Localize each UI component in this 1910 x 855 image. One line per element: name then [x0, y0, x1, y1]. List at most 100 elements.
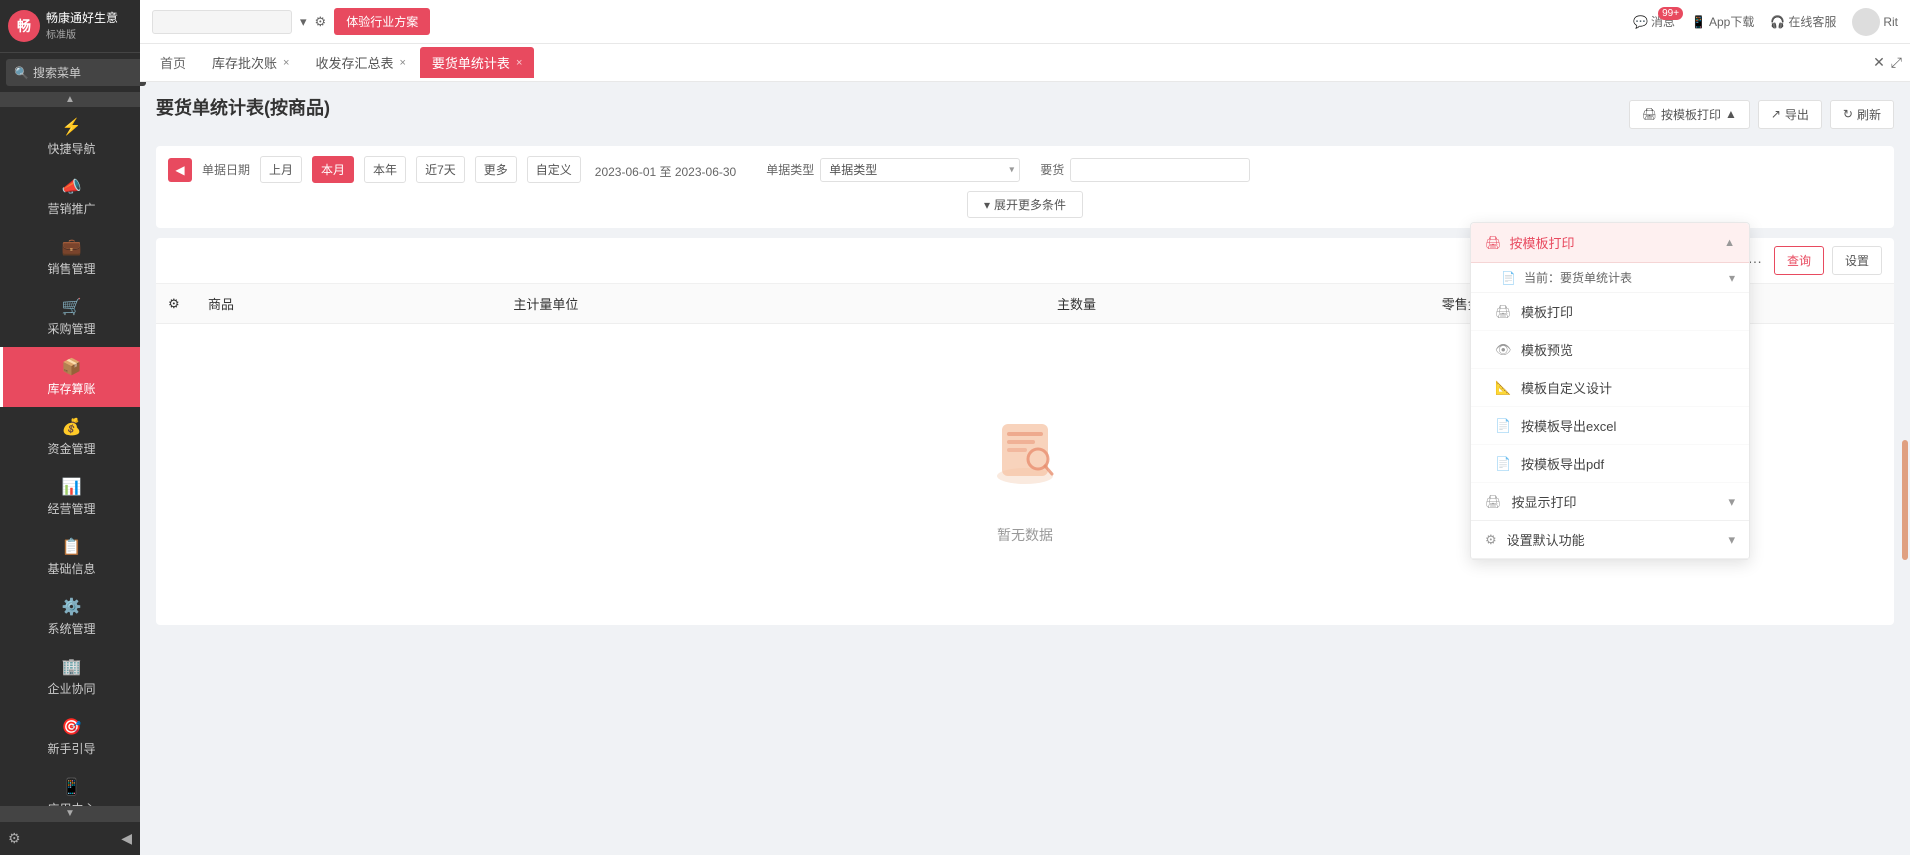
right-scrollbar[interactable]: [1902, 440, 1908, 560]
sidebar-item-inventory[interactable]: 📦 库存算账: [0, 347, 140, 407]
dropdown-header[interactable]: 🖨 按模板打印 ▲: [1471, 223, 1749, 263]
logo-text-block: 畅康通好生意 标准版: [46, 11, 118, 42]
topbar-settings-button[interactable]: ⚙: [315, 14, 327, 30]
topbar: ▾ ⚙ 体验行业方案 💬 消息 99+ 📱 App下载 🎧 在线客服 Rit: [140, 0, 1910, 44]
sidebar-item-label: 企业协同: [47, 680, 95, 697]
export-button[interactable]: ↗ 导出: [1758, 100, 1822, 129]
appstore-icon: 📱: [62, 777, 82, 797]
template-print-label: 模板打印: [1521, 302, 1573, 321]
message-button[interactable]: 💬 消息 99+: [1633, 13, 1675, 30]
sidebar-item-label: 基础信息: [47, 560, 95, 577]
print-header-icon: 🖨: [1485, 235, 1502, 251]
display-print-chevron: ▾: [1728, 494, 1735, 510]
col-goods: 商品: [196, 284, 501, 324]
filter-collapse-button[interactable]: ◀: [168, 158, 192, 182]
sidebar-item-marketing[interactable]: 📣 营销推广: [0, 167, 140, 227]
inventory-icon: 📦: [62, 357, 82, 377]
expand-more-button[interactable]: ▾ 展开更多条件: [967, 191, 1083, 218]
sidebar-item-finance[interactable]: 💰 资金管理: [0, 407, 140, 467]
sidebar-item-purchase[interactable]: 🛒 采购管理: [0, 287, 140, 347]
order-type-select[interactable]: 单据类型: [820, 158, 1020, 182]
dropdown-current-template[interactable]: 📄 当前：要货单统计表 ▾: [1471, 263, 1749, 293]
sidebar-item-sales[interactable]: 💼 销售管理: [0, 227, 140, 287]
refresh-label: 刷新: [1857, 106, 1881, 123]
tab-order-stats-close[interactable]: ×: [516, 57, 522, 69]
newbie-icon: 🎯: [62, 717, 82, 737]
query-label: 查询: [1787, 252, 1811, 269]
template-pdf-label: 按模板导出pdf: [1521, 454, 1604, 473]
refresh-button[interactable]: ↻ 刷新: [1830, 100, 1894, 129]
app-download-button[interactable]: 📱 App下载: [1691, 13, 1754, 30]
tab-close-all-button[interactable]: ✕: [1873, 54, 1885, 71]
tab-order-stats[interactable]: 要货单统计表 ×: [420, 47, 534, 78]
refresh-icon: ↻: [1843, 107, 1853, 121]
sidebar-item-system[interactable]: ⚙️ 系统管理: [0, 587, 140, 647]
date-label: 单据日期: [202, 161, 250, 178]
template-preview-icon: 👁: [1495, 342, 1511, 358]
dropdown-item-template-design[interactable]: 📐 模板自定义设计: [1471, 369, 1749, 407]
order-type-label: 单据类型: [766, 161, 814, 178]
experience-button[interactable]: 体验行业方案: [334, 8, 430, 35]
dropdown-item-template-pdf[interactable]: 📄 按模板导出pdf: [1471, 445, 1749, 483]
dropdown-section-left: 🖨 按显示打印: [1485, 492, 1577, 511]
current-template-icon: 📄: [1501, 271, 1516, 285]
topbar-search-input[interactable]: [152, 10, 292, 34]
sidebar-item-shortcut[interactable]: ⚡ 快捷导航: [0, 107, 140, 167]
sidebar-search-button[interactable]: 🔍 搜索菜单: [6, 59, 146, 86]
export-icon: ↗: [1771, 107, 1781, 121]
logo-sub: 标准版: [46, 26, 118, 41]
template-excel-label: 按模板导出excel: [1521, 416, 1616, 435]
column-settings-icon[interactable]: ⚙: [168, 296, 180, 311]
tab-home[interactable]: 首页: [148, 47, 198, 78]
sidebar-scroll-up-button[interactable]: ▲: [0, 92, 140, 107]
logo-name: 畅康通好生意: [46, 11, 118, 27]
dropdown-menu: 🖨 按模板打印 ▲ 📄 当前：要货单统计表 ▾ 🖨 模板打印 👁 模板预览: [1470, 222, 1750, 560]
query-button[interactable]: 查询: [1774, 246, 1824, 275]
sidebar-item-appstore[interactable]: 📱 应用中心: [0, 767, 140, 806]
dropdown-section-set-default[interactable]: ⚙ 设置默认功能 ▾: [1471, 521, 1749, 559]
sidebar-item-label: 资金管理: [47, 440, 95, 457]
tab-receivable-summary[interactable]: 收发存汇总表 ×: [303, 47, 417, 78]
sidebar-collapse-button[interactable]: ◀: [121, 830, 132, 847]
topbar-dropdown-button[interactable]: ▾: [300, 14, 307, 30]
date-btn-7days[interactable]: 近7天: [416, 156, 465, 183]
col-settings[interactable]: ⚙: [156, 284, 196, 324]
sidebar-item-basic[interactable]: 📋 基础信息: [0, 527, 140, 587]
date-btn-this-month[interactable]: 本月: [312, 156, 354, 183]
online-service-button[interactable]: 🎧 在线客服: [1770, 13, 1836, 30]
sidebar-item-enterprise[interactable]: 🏢 企业协同: [0, 647, 140, 707]
sidebar-item-operation[interactable]: 📊 经营管理: [0, 467, 140, 527]
user-avatar-area[interactable]: Rit: [1852, 8, 1898, 36]
tab-maximize-button[interactable]: ⤢: [1891, 54, 1902, 71]
date-btn-more[interactable]: 更多: [475, 156, 517, 183]
sidebar-scroll-down-button[interactable]: ▼: [0, 806, 140, 821]
settings-button[interactable]: 设置: [1832, 246, 1882, 275]
goods-input[interactable]: [1070, 158, 1250, 182]
search-icon: 🔍: [14, 66, 29, 80]
dropdown-section-set-default-left: ⚙ 设置默认功能: [1485, 530, 1585, 549]
tab-receivable-close[interactable]: ×: [399, 57, 405, 69]
service-label: 在线客服: [1788, 13, 1836, 30]
empty-illustration: [980, 404, 1070, 494]
dropdown-item-template-preview[interactable]: 👁 模板预览: [1471, 331, 1749, 369]
order-type-select-wrap: 单据类型: [820, 158, 1020, 182]
date-btn-custom[interactable]: 自定义: [527, 156, 581, 183]
sidebar-item-label: 库存算账: [47, 380, 95, 397]
main-area: ▾ ⚙ 体验行业方案 💬 消息 99+ 📱 App下载 🎧 在线客服 Rit: [140, 0, 1910, 855]
print-template-button[interactable]: 🖨 按模板打印 ▲: [1629, 100, 1750, 129]
avatar: [1852, 8, 1880, 36]
sidebar-logo: 畅 畅康通好生意 标准版: [0, 0, 140, 53]
dropdown-item-template-excel[interactable]: 📄 按模板导出excel: [1471, 407, 1749, 445]
tab-inventory-batch[interactable]: 库存批次账 ×: [200, 47, 301, 78]
date-btn-this-year[interactable]: 本年: [364, 156, 406, 183]
date-btn-last-month[interactable]: 上月: [260, 156, 302, 183]
page-content: 要货单统计表(按商品) 🖨 按模板打印 ▲ ↗ 导出 ↻ 刷新: [140, 82, 1910, 855]
enterprise-icon: 🏢: [62, 657, 82, 677]
dropdown-item-template-print[interactable]: 🖨 模板打印: [1471, 293, 1749, 331]
service-icon: 🎧: [1770, 15, 1785, 29]
dropdown-section-display-print[interactable]: 🖨 按显示打印 ▾: [1471, 483, 1749, 521]
tab-inventory-batch-close[interactable]: ×: [283, 57, 289, 69]
sidebar-item-newbie[interactable]: 🎯 新手引导: [0, 707, 140, 767]
sidebar-settings-button[interactable]: ⚙: [8, 830, 21, 847]
print-chevron-icon: ▲: [1725, 107, 1737, 121]
